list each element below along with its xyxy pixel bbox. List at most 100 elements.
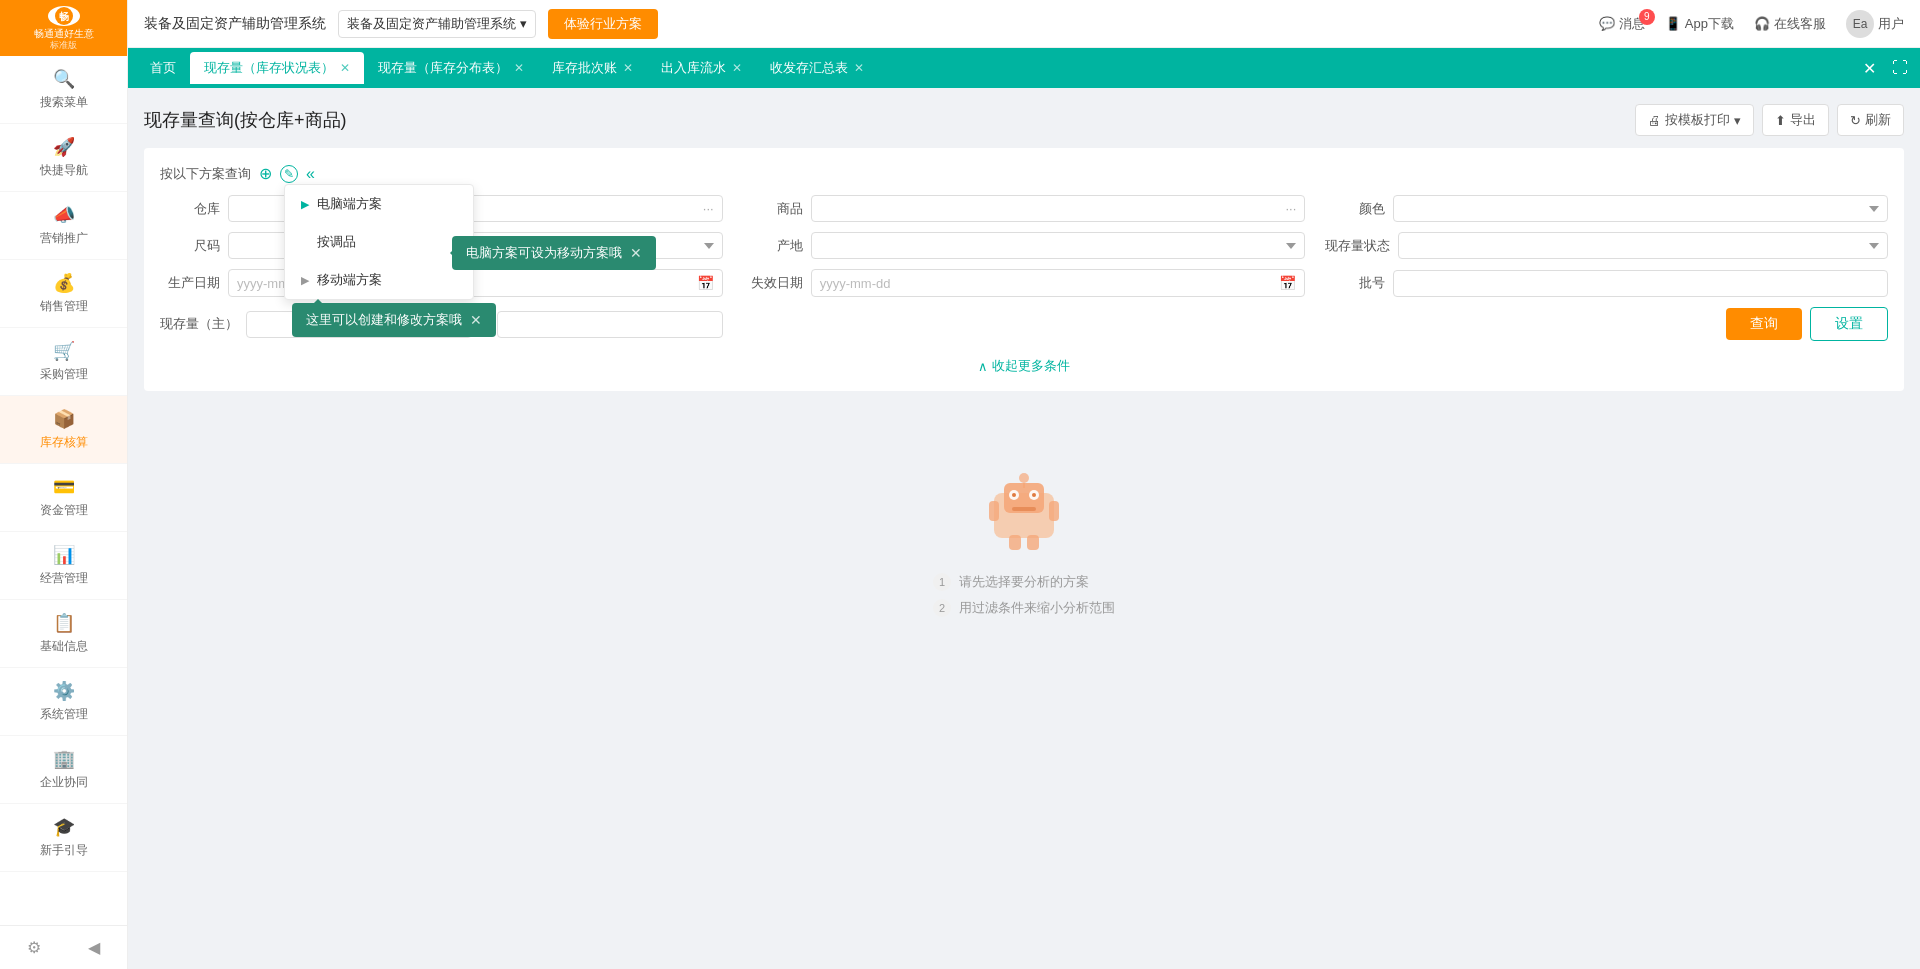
tab-batch-account-close[interactable]: ✕ — [623, 61, 633, 75]
maximize-button[interactable]: ⛶ — [1888, 55, 1912, 82]
tab-collect-summary-close[interactable]: ✕ — [854, 61, 864, 75]
print-label: 按模板打印 — [1665, 111, 1730, 129]
tab-inout-flow[interactable]: 出入库流水 ✕ — [647, 52, 756, 84]
user-menu-button[interactable]: Ea 用户 — [1846, 10, 1904, 38]
tab-batch-account-label: 库存批次账 — [552, 59, 617, 77]
svg-rect-12 — [1027, 535, 1039, 550]
expand-icon: ▶ — [301, 198, 309, 211]
mobile-scheme-label: 移动端方案 — [317, 271, 382, 289]
page-title: 现存量查询(按仓库+商品) — [144, 108, 347, 132]
product-input[interactable]: ··· — [811, 195, 1306, 222]
tab-inventory-dist-close[interactable]: ✕ — [514, 61, 524, 75]
system-selector[interactable]: 装备及固定资产辅助管理系统 ▾ — [338, 10, 536, 38]
sidebar-item-marketing[interactable]: 📣 营销推广 — [0, 192, 127, 260]
batch-input[interactable] — [1393, 270, 1888, 297]
sub-item-label: 按调品 — [317, 233, 356, 251]
sidebar-item-basic[interactable]: 📋 基础信息 — [0, 600, 127, 668]
svg-rect-11 — [1009, 535, 1021, 550]
sidebar-bottom: ⚙ ◀ — [0, 925, 127, 969]
app-label: App下载 — [1685, 15, 1734, 33]
message-badge: 9 — [1639, 9, 1655, 25]
empty-tip-1: 1 请先选择要分析的方案 — [933, 573, 1115, 591]
sidebar-item-purchase[interactable]: 🛒 采购管理 — [0, 328, 127, 396]
batch-label: 批号 — [1325, 274, 1385, 292]
empty-illustration — [974, 463, 1074, 553]
color-label: 颜色 — [1325, 200, 1385, 218]
sidebar-item-operation[interactable]: 📊 经营管理 — [0, 532, 127, 600]
sidebar-item-finance[interactable]: 💳 资金管理 — [0, 464, 127, 532]
system-icon: ⚙️ — [53, 680, 75, 702]
chevron-down-icon: ▾ — [520, 16, 527, 31]
message-icon: 💬 — [1599, 16, 1615, 31]
warehouse-label: 仓库 — [160, 200, 220, 218]
stock-status-select[interactable] — [1398, 232, 1888, 259]
stock-qty-label: 现存量（主） — [160, 315, 238, 333]
tooltip-close-2[interactable]: ✕ — [470, 312, 482, 328]
refresh-button[interactable]: ↻ 刷新 — [1837, 104, 1904, 136]
svg-point-6 — [1012, 493, 1016, 497]
tab-inout-flow-label: 出入库流水 — [661, 59, 726, 77]
settings-button[interactable]: ⚙ — [27, 938, 41, 957]
tab-inventory-dist[interactable]: 现存量（库存分布表） ✕ — [364, 52, 538, 84]
origin-field: 产地 — [743, 232, 1306, 259]
print-chevron-icon: ▾ — [1734, 113, 1741, 128]
industry-plan-button[interactable]: 体验行业方案 — [548, 9, 658, 39]
expire-date-placeholder: yyyy-mm-dd — [820, 276, 891, 291]
messages-button[interactable]: 💬 9 消息 — [1599, 15, 1645, 33]
basic-icon: 📋 — [53, 612, 75, 634]
tooltip-close-1[interactable]: ✕ — [630, 245, 642, 261]
sidebar-item-sales[interactable]: 💰 销售管理 — [0, 260, 127, 328]
tab-batch-account[interactable]: 库存批次账 ✕ — [538, 52, 647, 84]
reset-button[interactable]: 设置 — [1810, 307, 1888, 341]
produce-date-label: 生产日期 — [160, 274, 220, 292]
svg-point-7 — [1032, 493, 1036, 497]
online-service-button[interactable]: 🎧 在线客服 — [1754, 15, 1826, 33]
query-panel: 按以下方案查询 ⊕ ✎ « ▶ 电脑端方案 按调品 ▶ 移动端方案 — [144, 148, 1904, 391]
sidebar-item-quick[interactable]: 🚀 快捷导航 — [0, 124, 127, 192]
sidebar-item-search[interactable]: 🔍 搜索菜单 — [0, 56, 127, 124]
collapse-button[interactable]: ∧ 收起更多条件 — [978, 357, 1070, 375]
calendar-icon-2: 📅 — [1279, 275, 1296, 291]
print-button[interactable]: 🖨 按模板打印 ▾ — [1635, 104, 1754, 136]
sidebar-item-enterprise[interactable]: 🏢 企业协同 — [0, 736, 127, 804]
tab-collect-summary[interactable]: 收发存汇总表 ✕ — [756, 52, 878, 84]
system-name: 装备及固定资产辅助管理系统 — [144, 15, 326, 33]
tooltip-text-2: 这里可以创建和修改方案哦 — [306, 311, 462, 329]
tab-inventory-status[interactable]: 现存量（库存状况表） ✕ — [190, 52, 364, 84]
origin-select[interactable] — [811, 232, 1306, 259]
sidebar-item-guide[interactable]: 🎓 新手引导 — [0, 804, 127, 872]
edit-scheme-button[interactable]: ✎ — [280, 165, 298, 183]
stock-qty-max[interactable] — [497, 311, 723, 338]
sidebar-item-system[interactable]: ⚙️ 系统管理 — [0, 668, 127, 736]
collapse-sidebar-button[interactable]: ◀ — [88, 938, 100, 957]
add-scheme-button[interactable]: ⊕ — [259, 164, 272, 183]
search-button[interactable]: 查询 — [1726, 308, 1802, 340]
sales-icon: 💰 — [53, 272, 75, 294]
tip-text-1: 请先选择要分析的方案 — [959, 573, 1089, 591]
back-scheme-button[interactable]: « — [306, 165, 315, 183]
app-download-button[interactable]: 📱 App下载 — [1665, 15, 1734, 33]
svg-rect-8 — [1012, 507, 1036, 511]
sidebar-nav: 🔍 搜索菜单 🚀 快捷导航 📣 营销推广 💰 销售管理 🛒 采购管理 📦 库存核… — [0, 56, 127, 925]
expire-date-input[interactable]: yyyy-mm-dd 📅 — [811, 269, 1306, 297]
tab-inventory-dist-label: 现存量（库存分布表） — [378, 59, 508, 77]
tab-inventory-status-close[interactable]: ✕ — [340, 61, 350, 75]
online-label: 在线客服 — [1774, 15, 1826, 33]
tab-home[interactable]: 首页 — [136, 52, 190, 84]
close-all-tabs-button[interactable]: ✕ — [1859, 55, 1880, 82]
app-logo: 畅 畅通通好生意 标准版 — [0, 0, 127, 56]
stock-status-field: 现存量状态 — [1325, 232, 1888, 259]
tab-inout-flow-close[interactable]: ✕ — [732, 61, 742, 75]
rocket-icon: 🚀 — [53, 136, 75, 158]
batch-field: 批号 — [1325, 269, 1888, 297]
tip-num-2: 2 — [933, 599, 951, 617]
topbar: 装备及固定资产辅助管理系统 装备及固定资产辅助管理系统 ▾ 体验行业方案 💬 9… — [128, 0, 1920, 48]
query-header: 按以下方案查询 ⊕ ✎ « ▶ 电脑端方案 按调品 ▶ 移动端方案 — [160, 164, 1888, 183]
page-actions: 🖨 按模板打印 ▾ ⬆ 导出 ↻ 刷新 — [1635, 104, 1904, 136]
pc-scheme-item[interactable]: ▶ 电脑端方案 — [285, 185, 473, 223]
export-button[interactable]: ⬆ 导出 — [1762, 104, 1829, 136]
sidebar-item-inventory[interactable]: 📦 库存核算 — [0, 396, 127, 464]
origin-label: 产地 — [743, 237, 803, 255]
color-select[interactable] — [1393, 195, 1888, 222]
main-area: 装备及固定资产辅助管理系统 装备及固定资产辅助管理系统 ▾ 体验行业方案 💬 9… — [128, 0, 1920, 969]
